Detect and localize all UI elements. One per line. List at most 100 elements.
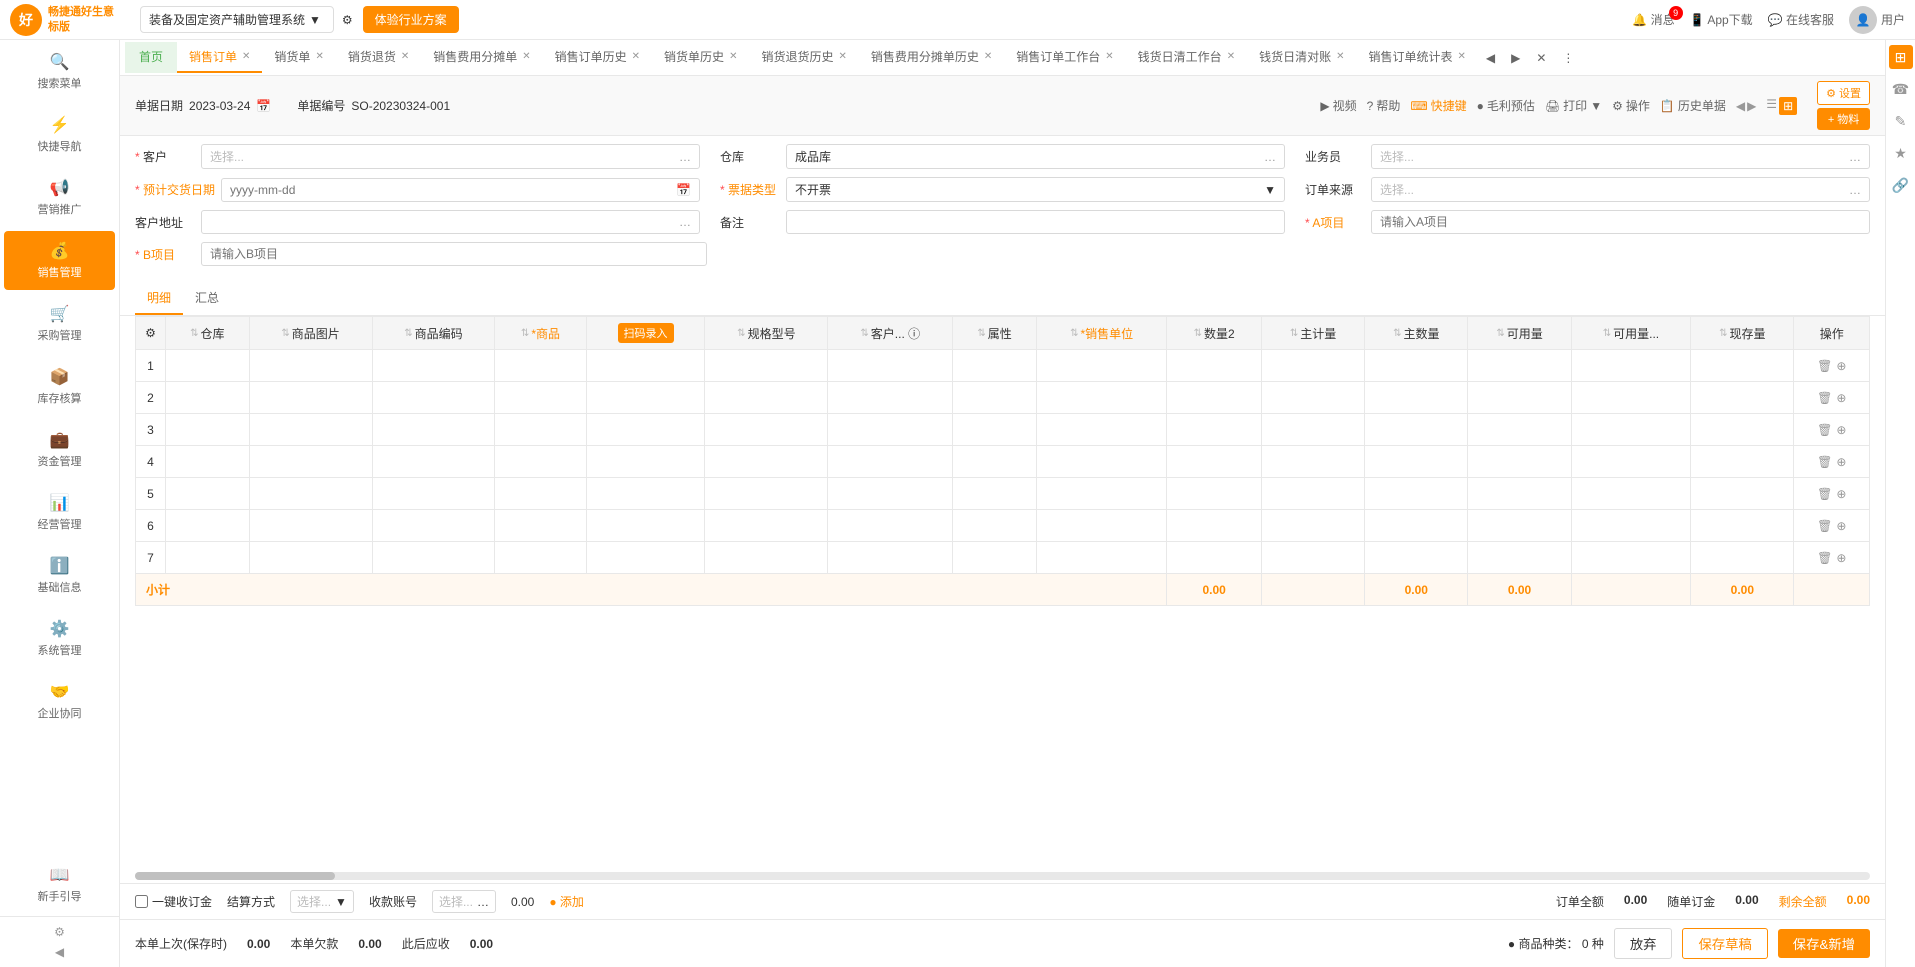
add-material-button[interactable]: + 物料 [1817,108,1870,130]
tab-sales-order-stats[interactable]: 销售订单统计表 ✕ [1356,42,1477,73]
toolbar-prev-btn[interactable]: ◀ [1736,99,1745,113]
close-tab-sales-order-stats[interactable]: ✕ [1458,51,1466,62]
address-input[interactable]: … [201,210,700,234]
copy-row-1[interactable]: ⊕ [1836,359,1846,373]
salesperson-input[interactable]: 选择... … [1371,144,1870,169]
print-btn[interactable]: 🖨 打印 ▼ [1545,97,1602,114]
tab-sales-order-workbench[interactable]: 销售订单工作台 ✕ [1004,42,1125,73]
tab-sales-expense[interactable]: 销售费用分摊单 ✕ [421,42,542,73]
sidebar-item-enterprise[interactable]: 🤝 企业协同 [4,672,115,731]
row-main-qty-1[interactable] [1365,350,1468,382]
close-tab-daily-clearing-reconcile[interactable]: ✕ [1336,51,1344,62]
sidebar-item-inventory[interactable]: 📦 库存核算 [4,357,115,416]
row-product-1[interactable] [495,350,586,382]
operation-btn[interactable]: ⚙ 操作 [1612,97,1650,114]
th-main-unit[interactable]: ⇅主计量 [1261,317,1364,350]
user-area[interactable]: 👤 用户 [1849,6,1905,34]
settings-button[interactable]: ⚙ 设置 [1817,81,1870,105]
save-new-button[interactable]: 保存&新增 [1778,929,1870,958]
sidebar-settings-icon[interactable]: ⚙ [54,925,65,939]
delete-row-5[interactable]: 🗑 [1817,487,1832,501]
delivery-calendar-icon[interactable]: 📅 [676,183,691,197]
history-btn[interactable]: 📋 历史单据 [1660,97,1726,114]
delete-row-1[interactable]: 🗑 [1817,359,1832,373]
close-tab-sales-expense[interactable]: ✕ [522,51,530,62]
sidebar-item-guide[interactable]: 📖 新手引导 [4,855,115,914]
notification-badge[interactable]: 🔔 9 消息 [1632,11,1674,28]
delete-row-3[interactable]: 🗑 [1817,423,1832,437]
tab-prev-btn[interactable]: ◀ [1478,47,1503,69]
online-service[interactable]: 💬 在线客服 [1768,11,1834,28]
notes-input[interactable] [786,210,1285,234]
row-warehouse-1[interactable] [166,350,250,382]
delete-row-4[interactable]: 🗑 [1817,455,1832,469]
copy-row-4[interactable]: ⊕ [1836,455,1846,469]
scroll-thumb[interactable] [135,872,335,880]
tab-sales-invoice[interactable]: 销货单 ✕ [262,42,335,73]
tab-sales-return-history[interactable]: 销货退货历史 ✕ [749,42,858,73]
close-tab-sales-invoice[interactable]: ✕ [315,51,323,62]
toolbar-next-btn[interactable]: ▶ [1747,99,1756,113]
industry-btn[interactable]: 体验行业方案 [363,6,459,33]
th-attr[interactable]: ⇅属性 [953,317,1037,350]
th-product[interactable]: ⇅*商品 [495,317,586,350]
one-click-checkout-label[interactable]: 一键收订金 [135,893,212,910]
b-project-input[interactable] [201,242,707,266]
calendar-icon[interactable]: 📅 [256,99,271,113]
th-available2[interactable]: ⇅可用量... [1571,317,1691,350]
copy-row-3[interactable]: ⊕ [1836,423,1846,437]
tab-more-btn[interactable]: ⋮ [1554,47,1582,69]
save-draft-button[interactable]: 保存草稿 [1682,928,1767,959]
tab-close-all-btn[interactable]: ✕ [1528,47,1554,69]
sidebar-item-operation[interactable]: 📊 经营管理 [4,483,115,542]
toolbar-list-view-btn[interactable]: ☰ [1766,97,1777,115]
close-tab-sales-return-history[interactable]: ✕ [838,51,846,62]
copy-row-5[interactable]: ⊕ [1836,487,1846,501]
one-click-checkout-checkbox[interactable] [135,895,148,908]
profit-btn[interactable]: ● 毛利预估 [1477,97,1535,114]
sidebar-item-finance[interactable]: 💼 资金管理 [4,420,115,479]
close-tab-sales-return[interactable]: ✕ [401,51,409,62]
account-select[interactable]: 选择... … [432,890,496,913]
delete-row-7[interactable]: 🗑 [1817,551,1832,565]
order-source-input[interactable]: 选择... … [1371,177,1870,202]
delete-row-2[interactable]: 🗑 [1817,391,1832,405]
copy-row-7[interactable]: ⊕ [1836,551,1846,565]
help-btn[interactable]: ? 帮助 [1367,97,1401,114]
th-current[interactable]: ⇅现存量 [1691,317,1794,350]
row-spec-1[interactable] [705,350,828,382]
tab-summary[interactable]: 汇总 [183,282,231,315]
sidebar-item-quick-nav[interactable]: ⚡ 快捷导航 [4,105,115,164]
right-panel-icon-2[interactable]: ☎ [1889,77,1913,101]
a-project-input[interactable] [1371,210,1870,234]
tab-daily-clearing-reconcile[interactable]: 钱货日清对账 ✕ [1247,42,1356,73]
close-tab-sales-order-history[interactable]: ✕ [632,51,640,62]
delivery-date-input[interactable]: 📅 [221,178,700,202]
view-btn[interactable]: ▶ 视频 [1320,97,1356,114]
tab-sales-invoice-history[interactable]: 销货单历史 ✕ [652,42,749,73]
th-code[interactable]: ⇅商品编码 [372,317,495,350]
th-spec[interactable]: ⇅规格型号 [705,317,828,350]
th-customer-code[interactable]: ⇅客户... ⓘ [828,317,953,350]
tab-next-btn[interactable]: ▶ [1503,47,1528,69]
customer-input[interactable]: 选择... … [201,144,700,169]
tab-sales-return[interactable]: 销货退货 ✕ [336,42,421,73]
sidebar-item-basic-info[interactable]: ℹ️ 基础信息 [4,546,115,605]
tab-detail[interactable]: 明细 [135,282,183,315]
system-selector[interactable]: 装备及固定资产辅助管理系统 ▼ [140,6,334,33]
copy-row-6[interactable]: ⊕ [1836,519,1846,533]
th-main-qty[interactable]: ⇅主数量 [1365,317,1468,350]
close-tab-sales-order[interactable]: ✕ [242,51,250,62]
app-download[interactable]: 📱 App下载 [1690,11,1753,28]
delete-row-6[interactable]: 🗑 [1817,519,1832,533]
th-settings[interactable]: ⚙ [136,317,166,350]
sidebar-item-marketing[interactable]: 📢 营销推广 [4,168,115,227]
th-image[interactable]: ⇅商品图片 [249,317,372,350]
settings-icon-btn[interactable]: ⚙ [342,13,353,27]
close-tab-sales-expense-history[interactable]: ✕ [984,51,992,62]
sidebar-collapse-icon[interactable]: ◀ [55,945,64,959]
invoice-type-select[interactable]: 不开票 ▼ [786,177,1285,202]
toolbar-grid-view-btn[interactable]: ⊞ [1779,97,1797,115]
right-panel-icon-1[interactable]: ⊞ [1889,45,1913,69]
row-attr-1[interactable] [953,350,1037,382]
